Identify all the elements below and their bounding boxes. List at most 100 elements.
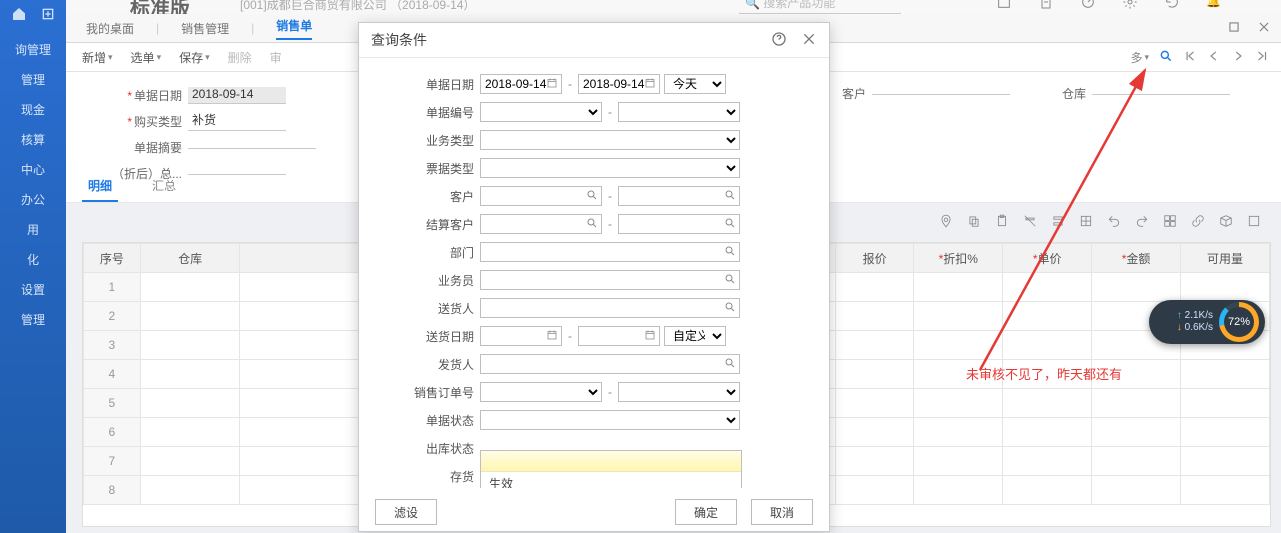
nav-item[interactable]: 管理 (0, 305, 66, 335)
modal-header: 查询条件 (359, 23, 829, 58)
maximize-icon[interactable] (1227, 20, 1241, 37)
q-date-preset[interactable]: 今天 (664, 74, 726, 94)
btn-filter-settings[interactable]: 滤设 (375, 499, 437, 525)
detail-subtabs: 明细 汇总 (82, 171, 182, 202)
titlebar-icon-group: 🔔 (996, 0, 1221, 13)
gauge-ring: 72% (1219, 302, 1259, 342)
app-icon[interactable] (996, 0, 1012, 13)
tab-desktop[interactable]: 我的桌面 (86, 20, 134, 37)
q-outstatus-field[interactable] (481, 451, 741, 472)
locate-icon[interactable] (939, 214, 953, 231)
box-icon[interactable] (1219, 214, 1233, 231)
nav-item[interactable]: 核算 (0, 125, 66, 155)
nav-item[interactable]: 办公 (0, 185, 66, 215)
export-icon[interactable] (40, 6, 56, 25)
settings-icon[interactable] (1122, 0, 1138, 13)
insert-row-icon[interactable] (1051, 214, 1065, 231)
q-docstatus[interactable] (480, 410, 740, 430)
q-deliverdate-from[interactable] (480, 326, 562, 346)
q-deliverdate-preset[interactable]: 自定义 (664, 326, 726, 346)
nav-item[interactable]: 管理 (0, 65, 66, 95)
tab-sales-mgmt[interactable]: 销售管理 (181, 20, 229, 37)
nav-item[interactable]: 设置 (0, 275, 66, 305)
q-outstatus-dropdown[interactable]: 生效 (480, 450, 742, 488)
batch-icon[interactable] (1163, 214, 1177, 231)
nav-item[interactable]: 化 (0, 245, 66, 275)
left-nav-rail: 询管理 管理 现金 核算 中心 办公 用 化 设置 管理 (0, 0, 66, 533)
tb-audit[interactable]: 审 (270, 49, 282, 66)
paste-icon[interactable] (995, 214, 1009, 231)
customer-field[interactable] (872, 92, 1010, 95)
summary-field[interactable] (188, 146, 316, 149)
modal-footer: 滤设 确定 取消 (359, 499, 829, 525)
nav-item[interactable]: 现金 (0, 95, 66, 125)
nav-item[interactable]: 用 (0, 215, 66, 245)
q-sorder-to[interactable] (618, 382, 740, 402)
help-icon[interactable] (771, 31, 787, 50)
btn-ok[interactable]: 确定 (675, 499, 737, 525)
doc-icon[interactable] (1038, 0, 1054, 13)
q-docno-from[interactable] (480, 102, 602, 122)
nav-item[interactable]: 中心 (0, 155, 66, 185)
tb-save[interactable]: 保存▾ (179, 49, 210, 66)
tb-delete[interactable]: 删除 (228, 49, 252, 66)
warehouse-field[interactable] (1092, 92, 1230, 95)
next-page-icon[interactable] (1231, 49, 1245, 66)
redo-icon[interactable] (1135, 214, 1149, 231)
buy-type-field[interactable]: 补货 (188, 111, 286, 131)
q-invtype[interactable] (480, 158, 740, 178)
prev-page-icon[interactable] (1207, 49, 1221, 66)
user-annotation: 未审核不见了，昨天都还有 (966, 364, 1122, 383)
q-sorder-from[interactable] (480, 382, 602, 402)
nav-item[interactable]: 询管理 (0, 35, 66, 65)
tb-more[interactable]: 多▾ (1130, 49, 1149, 66)
search-filter-icon[interactable] (1159, 49, 1173, 66)
q-date-to[interactable] (578, 74, 660, 94)
q-salesman[interactable] (480, 270, 740, 290)
modal-close-icon[interactable] (801, 31, 817, 50)
q-customer-from[interactable] (480, 186, 602, 206)
q-customer-to[interactable] (618, 186, 740, 206)
q-settlecust-from[interactable] (480, 214, 602, 234)
tb-add[interactable]: 新增▾ (82, 49, 113, 66)
first-page-icon[interactable] (1183, 49, 1197, 66)
dashboard-icon[interactable] (1080, 0, 1096, 13)
subtab-summary[interactable]: 汇总 (146, 171, 182, 202)
expand-icon[interactable] (1247, 214, 1261, 231)
refresh-icon[interactable] (1164, 0, 1180, 13)
q-settlecust-to[interactable] (618, 214, 740, 234)
home-icon[interactable] (11, 6, 27, 25)
global-search[interactable]: 🔍 搜索产品功能 (739, 0, 901, 14)
q-shipper[interactable] (480, 354, 740, 374)
q-deliverdate-to[interactable] (578, 326, 660, 346)
modal-title: 查询条件 (371, 30, 427, 50)
network-gauge-widget[interactable]: 2.1K/s 0.6K/s 72% (1149, 300, 1265, 344)
undo-icon[interactable] (1107, 214, 1121, 231)
grid-tool-icons (939, 214, 1261, 231)
tb-pick[interactable]: 选单▾ (131, 49, 162, 66)
q-outstatus-option[interactable]: 生效 (481, 472, 741, 488)
grid-icon[interactable] (1079, 214, 1093, 231)
q-dept[interactable] (480, 242, 740, 262)
query-modal: 查询条件 单据日期 - 今天 单据编号 - 业务类型 票据类型 客户 (358, 22, 830, 532)
subtab-detail[interactable]: 明细 (82, 171, 118, 202)
app-titlebar: 标准版 [001]成都巨合商贸有限公司 （2018-09-14） 🔍 搜索产品功… (0, 0, 1281, 15)
copy-icon[interactable] (967, 214, 981, 231)
btn-cancel[interactable]: 取消 (751, 499, 813, 525)
doc-date-field[interactable]: 2018-09-14 (188, 87, 286, 104)
q-docno-to[interactable] (618, 102, 740, 122)
tab-sales-order[interactable]: 销售单 (276, 17, 312, 40)
left-nav-list: 询管理 管理 现金 核算 中心 办公 用 化 设置 管理 (0, 35, 66, 335)
close-icon[interactable] (1257, 20, 1271, 37)
gauge-stats: 2.1K/s 0.6K/s (1177, 310, 1213, 334)
q-deliverer[interactable] (480, 298, 740, 318)
modal-body: 单据日期 - 今天 单据编号 - 业务类型 票据类型 客户 - 结算客户 (359, 58, 829, 488)
last-page-icon[interactable] (1255, 49, 1269, 66)
link-icon[interactable] (1191, 214, 1205, 231)
search-icon: 🔍 (745, 0, 760, 10)
bell-icon[interactable]: 🔔 (1206, 0, 1221, 13)
q-date-from[interactable] (480, 74, 562, 94)
delete-row-icon[interactable] (1023, 214, 1037, 231)
q-biztype[interactable] (480, 130, 740, 150)
discount-total-field (188, 172, 286, 175)
